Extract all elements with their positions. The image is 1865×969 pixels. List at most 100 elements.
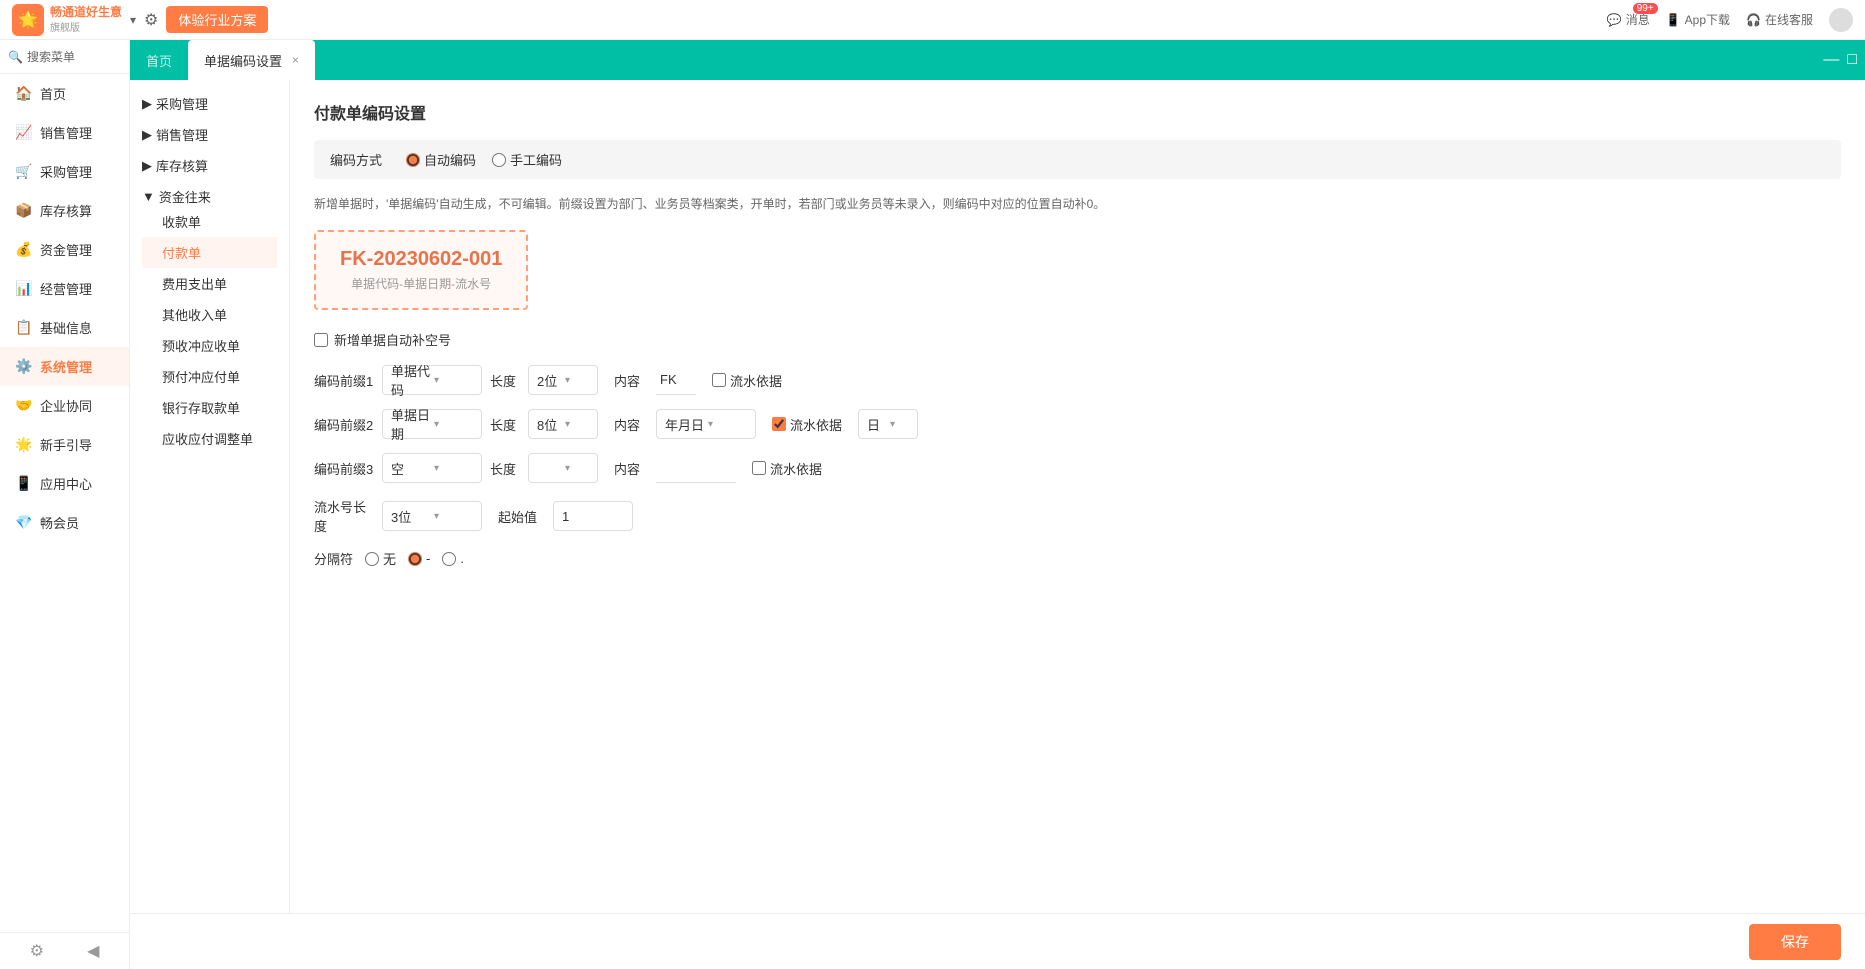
sub-item-payment[interactable]: 付款单 [142, 237, 277, 268]
top-bar-left: 🌟 畅通道好生意 旗舰版 ▾ ⚙ 体验行业方案 [12, 4, 268, 36]
settings-icon[interactable]: ⚙ [144, 10, 158, 30]
search-icon: 🔍 [8, 50, 23, 64]
manual-encoding-radio[interactable] [492, 153, 506, 167]
stream2-label: 流水依据 [790, 415, 842, 434]
content1-value: FK [656, 365, 696, 395]
sub-group-inventory[interactable]: ▶ 库存核算 [142, 156, 277, 175]
sidebar-item-collab[interactable]: 🤝 企业协同 [0, 386, 129, 425]
sidebar-item-label-home: 首页 [40, 84, 66, 103]
tab-close-icon[interactable]: × [292, 53, 299, 67]
sidebar-item-home[interactable]: 🏠 首页 [0, 74, 129, 113]
prefix3-label: 编码前缀3 [314, 459, 374, 478]
sub-group-fund[interactable]: ▼ 资金往来 [142, 187, 277, 206]
prefix1-select[interactable]: 单据代码 ▾ [382, 365, 482, 395]
sidebar-search[interactable]: 🔍 搜索菜单 [0, 40, 129, 74]
auto-encoding-radio[interactable] [406, 153, 420, 167]
length1-select[interactable]: 2位 ▾ [528, 365, 598, 395]
separator-none-option[interactable]: 无 [365, 549, 396, 568]
sidebar-item-app[interactable]: 📱 应用中心 [0, 464, 129, 503]
separator-dash-radio[interactable] [408, 552, 422, 566]
sidebar-item-finance[interactable]: 💰 资金管理 [0, 230, 129, 269]
serial-length-arrow: ▾ [434, 511, 473, 522]
stream2-select[interactable]: 日 ▾ [858, 409, 918, 439]
service-label: 在线客服 [1765, 11, 1813, 28]
separator-dash-option[interactable]: - [408, 551, 430, 566]
collab-icon: 🤝 [16, 398, 32, 414]
manual-encoding-option[interactable]: 手工编码 [492, 150, 562, 169]
length3-arrow: ▾ [565, 463, 589, 474]
sidebar-item-label-inventory: 库存核算 [40, 201, 92, 220]
save-button[interactable]: 保存 [1749, 924, 1841, 960]
sub-group-purchase[interactable]: ▶ 采购管理 [142, 94, 277, 113]
tab-minimize-button[interactable]: — [1823, 51, 1839, 69]
length2-arrow: ▾ [565, 419, 589, 430]
content2-value: 年月日 [665, 415, 704, 434]
separator-dot-label: . [460, 551, 464, 566]
stream1-checkbox[interactable] [712, 373, 726, 387]
content3-label: 内容 [614, 459, 640, 478]
sidebar-bottom: ⚙ ◀ [0, 932, 129, 969]
sidebar-item-system[interactable]: ⚙️ 系统管理 [0, 347, 129, 386]
prefix2-select[interactable]: 单据日期 ▾ [382, 409, 482, 439]
message-area[interactable]: 💬 消息 99+ [1607, 11, 1650, 28]
sub-item-advance-receivable[interactable]: 预收冲应收单 [142, 330, 277, 361]
prefix1-value: 单据代码 [391, 361, 430, 399]
sidebar-item-label-operations: 经营管理 [40, 279, 92, 298]
separator-dot-option[interactable]: . [442, 551, 464, 566]
sub-item-bank-deposit[interactable]: 银行存取款单 [142, 392, 277, 423]
content2-select[interactable]: 年月日 ▾ [656, 409, 756, 439]
vip-icon: 💎 [16, 515, 32, 531]
user-avatar[interactable] [1829, 8, 1853, 32]
length2-select[interactable]: 8位 ▾ [528, 409, 598, 439]
stream2-select-arrow: ▾ [890, 419, 909, 430]
separator-none-label: 无 [383, 549, 396, 568]
serial-start-input[interactable] [553, 501, 633, 531]
sidebar-item-purchase[interactable]: 🛒 采购管理 [0, 152, 129, 191]
sub-item-other-income[interactable]: 其他收入单 [142, 299, 277, 330]
sub-item-advance-payable[interactable]: 预付冲应付单 [142, 361, 277, 392]
tab-home[interactable]: 首页 [130, 40, 188, 80]
sub-group-sales-label: 销售管理 [156, 125, 208, 144]
sub-item-receipt[interactable]: 收款单 [142, 206, 277, 237]
sidebar-item-operations[interactable]: 📊 经营管理 [0, 269, 129, 308]
collapse-icon[interactable]: ◀ [87, 941, 99, 961]
sub-item-receivable-adjust[interactable]: 应收应付调整单 [142, 423, 277, 454]
length1-label: 长度 [490, 371, 516, 390]
nav-dropdown-arrow[interactable]: ▾ [130, 13, 136, 27]
stream3-checkbox-group: 流水依据 [752, 459, 822, 478]
app-download-area[interactable]: 📱 App下载 [1666, 11, 1730, 28]
sidebar-item-vip[interactable]: 💎 畅会员 [0, 503, 129, 542]
prefix3-value: 空 [391, 459, 430, 478]
sidebar-item-basic[interactable]: 📋 基础信息 [0, 308, 129, 347]
separator-dash-label: - [426, 551, 430, 566]
stream1-checkbox-group: 流水依据 [712, 371, 782, 390]
separator-dot-radio[interactable] [442, 552, 456, 566]
content2-label: 内容 [614, 415, 640, 434]
encoding-radio-group: 自动编码 手工编码 [406, 150, 562, 169]
sidebar-item-inventory[interactable]: 📦 库存核算 [0, 191, 129, 230]
service-area[interactable]: 🎧 在线客服 [1746, 11, 1813, 28]
sub-group-fund-label: 资金往来 [159, 187, 211, 206]
tab-expand-button[interactable]: □ [1847, 51, 1857, 69]
prefix3-select[interactable]: 空 ▾ [382, 453, 482, 483]
sub-group-sales[interactable]: ▶ 销售管理 [142, 125, 277, 144]
tab-encoding[interactable]: 单据编码设置 × [188, 40, 315, 80]
sidebar-item-guide[interactable]: 🌟 新手引导 [0, 425, 129, 464]
headset-icon: 🎧 [1746, 13, 1761, 27]
info-text: 新增单据时，'单据编码'自动生成，不可编辑。前缀设置为部门、业务员等档案类，开单… [314, 195, 1841, 214]
length3-select[interactable]: ▾ [528, 453, 598, 483]
trial-button[interactable]: 体验行业方案 [166, 6, 268, 33]
code-example-main: FK-20230602-001 [340, 248, 502, 271]
expand-arrow-sales: ▶ [142, 127, 152, 143]
stream2-checkbox[interactable] [772, 417, 786, 431]
sub-item-expense[interactable]: 费用支出单 [142, 268, 277, 299]
serial-length-select[interactable]: 3位 ▾ [382, 501, 482, 531]
auto-encoding-option[interactable]: 自动编码 [406, 150, 476, 169]
separator-none-radio[interactable] [365, 552, 379, 566]
auto-fill-checkbox[interactable] [314, 333, 328, 347]
tab-bar: 首页 单据编码设置 × — □ [130, 40, 1865, 80]
sidebar-item-sales[interactable]: 📈 销售管理 [0, 113, 129, 152]
stream3-checkbox[interactable] [752, 461, 766, 475]
settings-bottom-icon[interactable]: ⚙ [30, 941, 44, 961]
sub-group-inventory-label: 库存核算 [156, 156, 208, 175]
